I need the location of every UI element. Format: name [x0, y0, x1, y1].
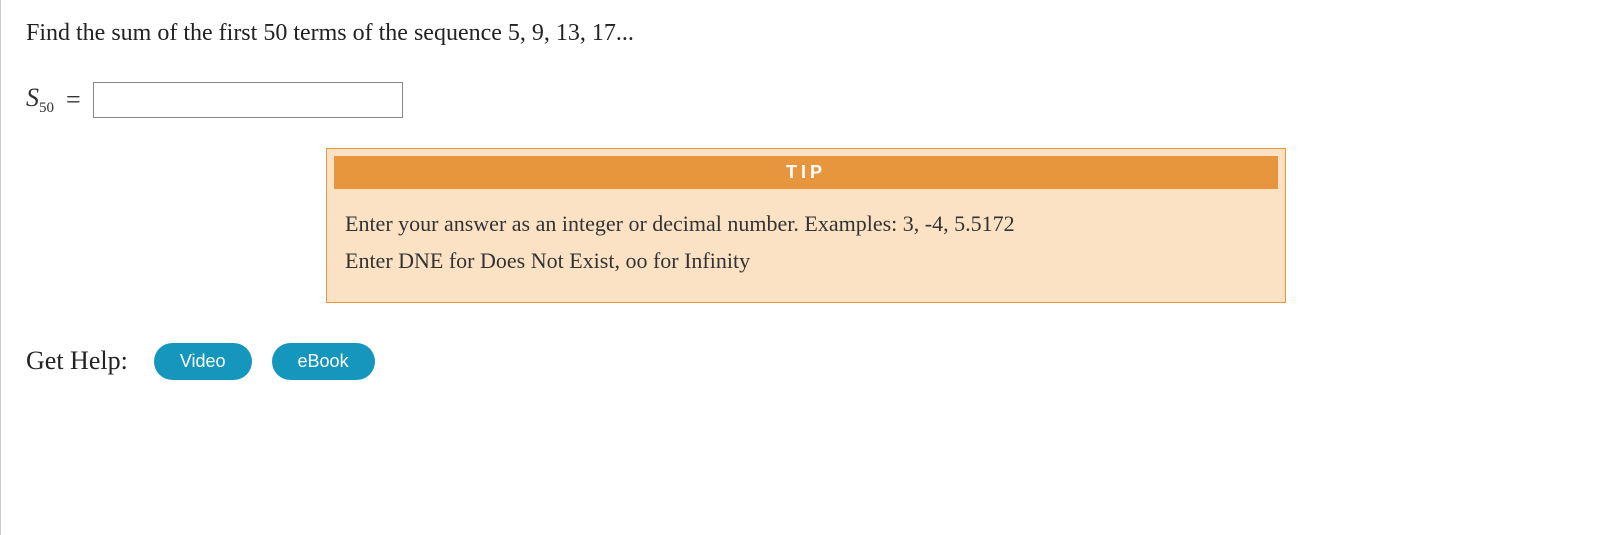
- tip-box: TIP Enter your answer as an integer or d…: [326, 148, 1286, 303]
- ebook-button[interactable]: eBook: [272, 343, 375, 380]
- equals-sign: =: [66, 85, 81, 115]
- video-button[interactable]: Video: [154, 343, 252, 380]
- answer-row: S50 =: [26, 82, 1590, 118]
- answer-label: S50: [26, 83, 54, 117]
- tip-body: Enter your answer as an integer or decim…: [327, 199, 1285, 302]
- help-row: Get Help: Video eBook: [26, 343, 1590, 380]
- answer-label-base: S: [26, 83, 39, 112]
- tip-header: TIP: [334, 156, 1278, 189]
- answer-input[interactable]: [93, 82, 403, 118]
- tip-line-1: Enter your answer as an integer or decim…: [345, 205, 1267, 242]
- answer-label-sub: 50: [39, 100, 54, 116]
- help-label: Get Help:: [26, 346, 128, 376]
- tip-line-2: Enter DNE for Does Not Exist, oo for Inf…: [345, 242, 1267, 279]
- question-text: Find the sum of the first 50 terms of th…: [26, 20, 1590, 47]
